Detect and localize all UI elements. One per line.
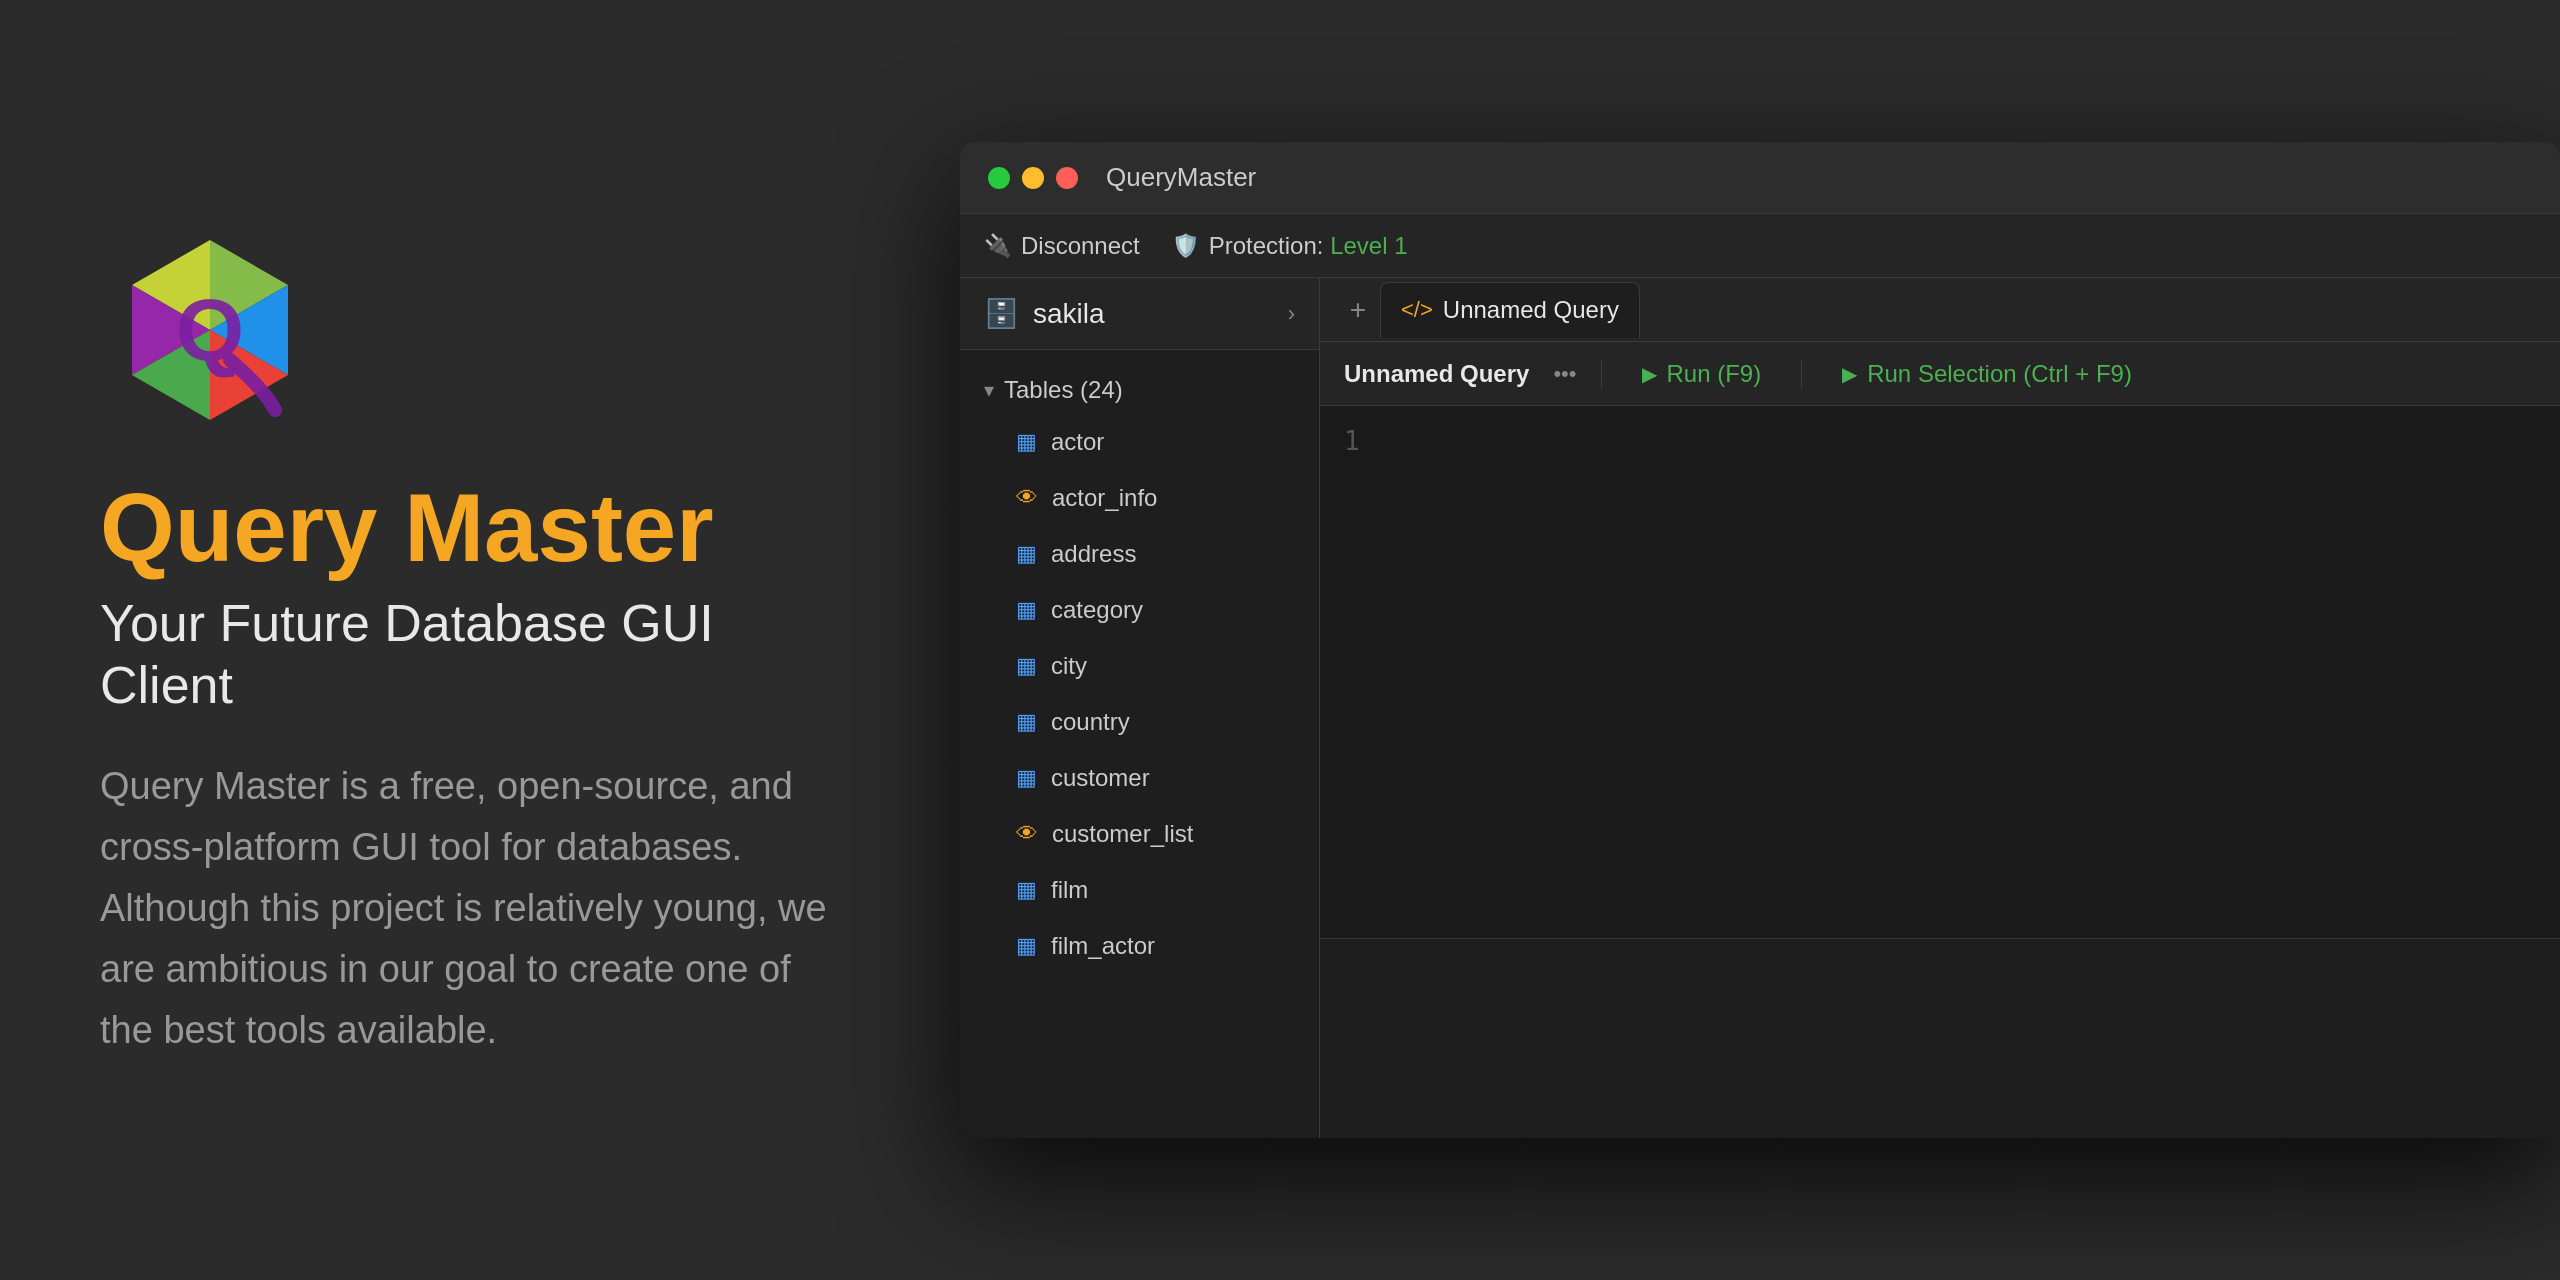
protection-label: Protection: Level 1	[1209, 232, 1408, 260]
db-header: 🗄️ sakila ›	[960, 278, 1319, 350]
editor-area[interactable]: 1	[1320, 406, 2560, 938]
run-selection-button[interactable]: ▶ Run Selection (Ctrl + F9)	[1826, 352, 2148, 396]
run-button[interactable]: ▶ Run (F9)	[1626, 352, 1778, 396]
play-selection-icon: ▶	[1842, 362, 1857, 386]
table-item-city[interactable]: ▦ city	[960, 638, 1319, 694]
table-item-film-actor[interactable]: ▦ film_actor	[960, 918, 1319, 974]
app-window: QueryMaster 🔌 Disconnect 🛡️ Protection: …	[960, 142, 2560, 1138]
disconnect-icon: 🔌	[984, 233, 1011, 259]
table-icon: ▦	[1016, 765, 1037, 791]
line-number: 1	[1344, 426, 1360, 456]
tables-header[interactable]: ▾ Tables (24)	[960, 366, 1319, 414]
active-tab[interactable]: </> Unnamed Query	[1380, 282, 1640, 338]
tab-bar: + </> Unnamed Query	[1320, 278, 2560, 342]
table-item-customer[interactable]: ▦ customer	[960, 750, 1319, 806]
left-panel: Q Query Master Your Future Database GUI …	[0, 140, 950, 1141]
table-name: category	[1051, 596, 1143, 624]
code-icon: </>	[1401, 297, 1433, 323]
protection-button[interactable]: 🛡️ Protection: Level 1	[1172, 232, 1408, 260]
run-selection-label: Run Selection (Ctrl + F9)	[1867, 360, 2132, 388]
disconnect-label: Disconnect	[1021, 232, 1140, 260]
table-item-actor-info[interactable]: 👁 actor_info	[960, 470, 1319, 526]
sidebar: 🗄️ sakila › ▾ Tables (24) ▦ actor	[960, 278, 1320, 1138]
table-name: actor_info	[1052, 484, 1157, 512]
line-numbers: 1	[1344, 426, 1360, 918]
table-item-film[interactable]: ▦ film	[960, 862, 1319, 918]
traffic-lights	[988, 167, 1078, 189]
app-subtitle: Your Future Database GUI Client	[100, 592, 850, 717]
table-icon: ▦	[1016, 877, 1037, 903]
table-name: film	[1051, 876, 1088, 904]
play-icon: ▶	[1642, 362, 1657, 386]
editor-content[interactable]	[1380, 426, 2536, 918]
shield-icon: 🛡️	[1172, 233, 1199, 259]
table-name: address	[1051, 540, 1136, 568]
separator	[1801, 359, 1802, 389]
table-name-country: country	[1051, 708, 1130, 736]
tables-label: Tables (24)	[1004, 376, 1123, 404]
table-name-city: city	[1051, 652, 1087, 680]
table-name: actor	[1051, 428, 1104, 456]
table-icon: ▦	[1016, 933, 1037, 959]
table-name: customer_list	[1052, 820, 1193, 848]
title-bar: QueryMaster	[960, 142, 2560, 214]
database-icon: 🗄️	[984, 297, 1019, 330]
table-icon: ▦	[1016, 653, 1037, 679]
table-name: film_actor	[1051, 932, 1155, 960]
view-icon: 👁	[1016, 485, 1038, 511]
query-name: Unnamed Query	[1344, 360, 1529, 388]
app-window-container: QueryMaster 🔌 Disconnect 🛡️ Protection: …	[860, 142, 2560, 1138]
traffic-light-red[interactable]	[1056, 167, 1078, 189]
table-item-country[interactable]: ▦ country	[960, 694, 1319, 750]
table-icon: ▦	[1016, 541, 1037, 567]
table-icon: ▦	[1016, 429, 1037, 455]
view-icon: 👁	[1016, 821, 1038, 847]
chevron-right-icon: ›	[1288, 301, 1295, 327]
app-description: Query Master is a free, open-source, and…	[100, 756, 850, 1060]
table-item-category[interactable]: ▦ category	[960, 582, 1319, 638]
db-name: sakila	[1033, 298, 1105, 330]
protection-level: Level 1	[1330, 232, 1407, 259]
window-title: QueryMaster	[1106, 162, 1256, 193]
table-item-customer-list[interactable]: 👁 customer_list	[960, 806, 1319, 862]
table-name: customer	[1051, 764, 1150, 792]
add-tab-button[interactable]: +	[1336, 288, 1380, 332]
separator	[1601, 359, 1602, 389]
app-logo: Q	[100, 220, 320, 440]
run-label: Run (F9)	[1667, 360, 1762, 388]
table-item-address[interactable]: ▦ address	[960, 526, 1319, 582]
table-item-actor[interactable]: ▦ actor	[960, 414, 1319, 470]
results-panel	[1320, 938, 2560, 1138]
tables-section: ▾ Tables (24) ▦ actor 👁 actor_info ▦ add…	[960, 350, 1319, 990]
query-more-button[interactable]: •••	[1553, 361, 1576, 387]
expand-icon: ▾	[984, 378, 994, 402]
table-icon: ▦	[1016, 597, 1037, 623]
query-panel: + </> Unnamed Query Unnamed Query ••• ▶ …	[1320, 278, 2560, 1138]
app-title: Query Master	[100, 480, 850, 576]
table-icon: ▦	[1016, 709, 1037, 735]
query-toolbar: Unnamed Query ••• ▶ Run (F9) ▶ Run Selec…	[1320, 342, 2560, 406]
tab-label: Unnamed Query	[1443, 296, 1619, 324]
main-content: 🗄️ sakila › ▾ Tables (24) ▦ actor	[960, 278, 2560, 1138]
traffic-light-green[interactable]	[988, 167, 1010, 189]
db-name-group[interactable]: 🗄️ sakila	[984, 297, 1105, 330]
traffic-light-yellow[interactable]	[1022, 167, 1044, 189]
toolbar: 🔌 Disconnect 🛡️ Protection: Level 1	[960, 214, 2560, 278]
brand-text: Query Master Your Future Database GUI Cl…	[100, 480, 850, 717]
disconnect-button[interactable]: 🔌 Disconnect	[984, 232, 1140, 260]
